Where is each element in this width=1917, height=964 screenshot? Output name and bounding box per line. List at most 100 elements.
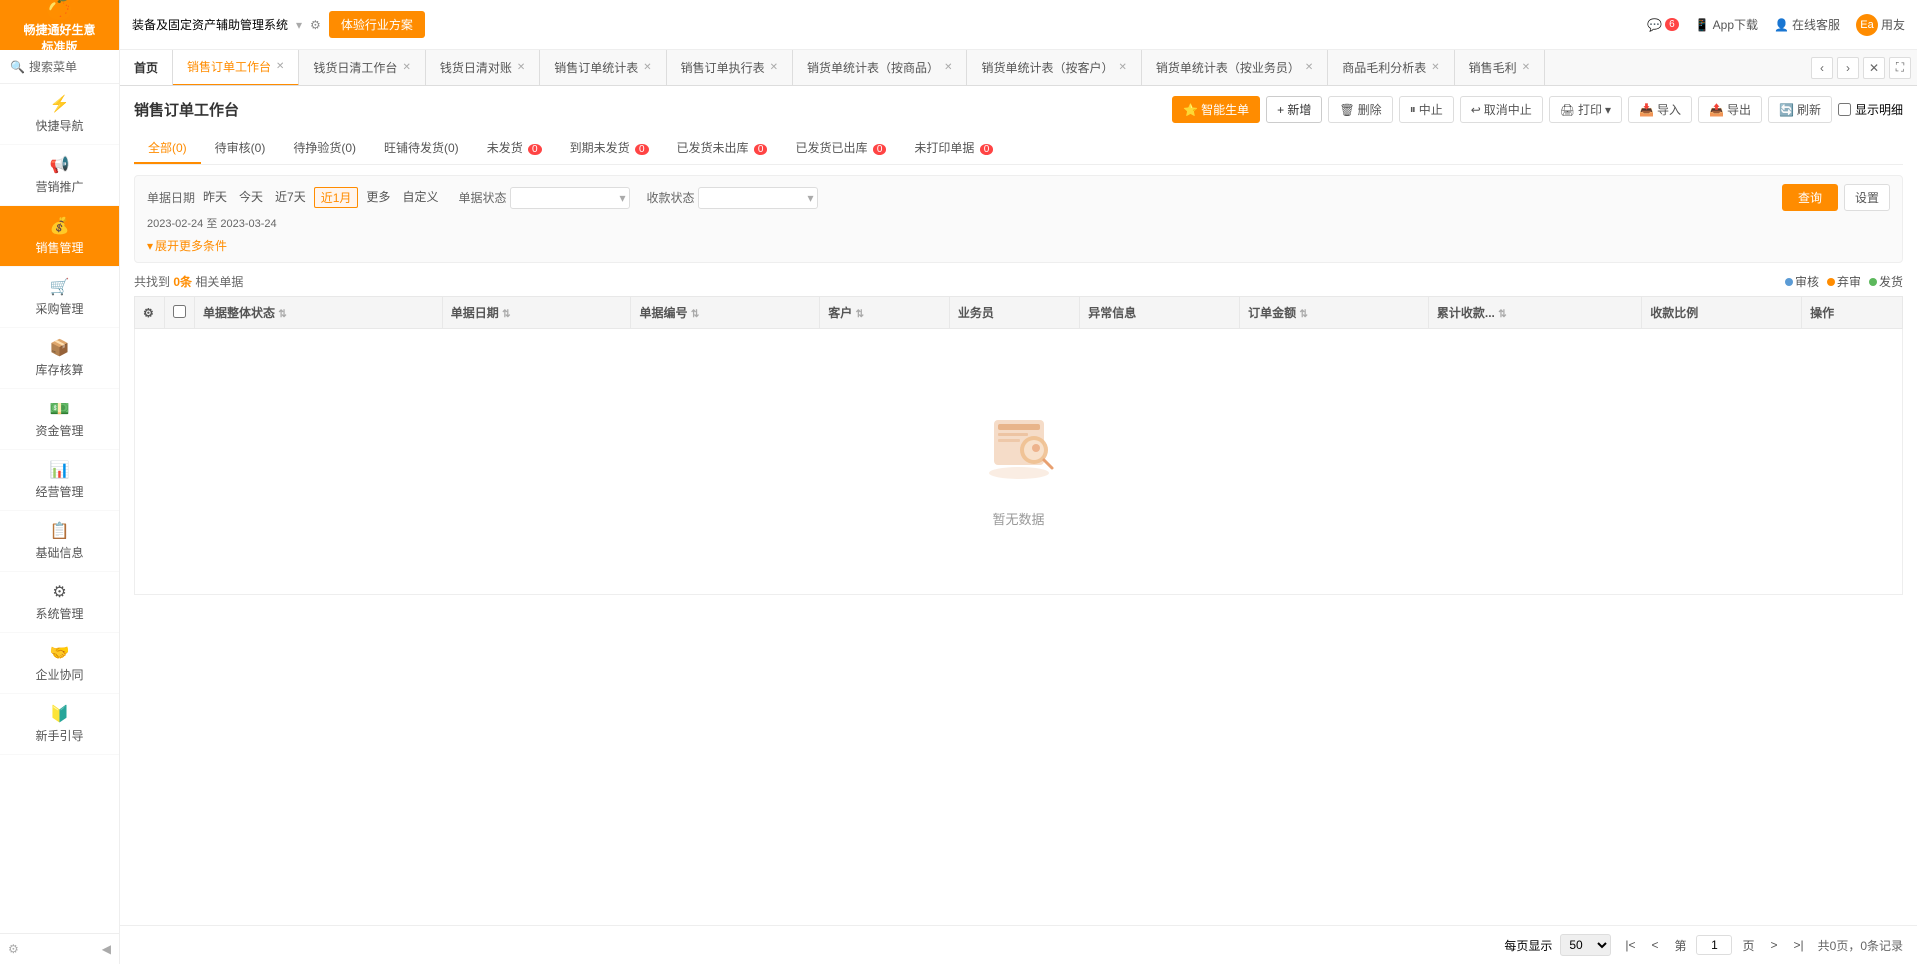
sidebar-item-operations[interactable]: 📊 经营管理: [0, 450, 119, 511]
sub-tab-shipped-not-out[interactable]: 已发货未出库 0: [663, 133, 782, 164]
sub-tab-all[interactable]: 全部(0): [134, 133, 201, 164]
operations-icon: 📊: [50, 460, 70, 480]
tab-sales-by-customer[interactable]: 销货单统计表（按客户） ✕: [967, 50, 1141, 86]
filter-date-custom[interactable]: 自定义: [398, 187, 442, 208]
select-all-checkbox[interactable]: [173, 305, 186, 318]
cancel-review-action[interactable]: 弃审: [1827, 273, 1861, 290]
filter-status-select[interactable]: [510, 187, 630, 209]
sidebar-item-system[interactable]: ⚙ 系统管理: [0, 572, 119, 633]
tab-sales-workbench-close[interactable]: ✕: [276, 61, 284, 72]
sub-tab-pending-inspect[interactable]: 待挣验货(0): [279, 133, 370, 164]
sidebar-item-inventory[interactable]: 📦 库存核算: [0, 328, 119, 389]
online-service[interactable]: 👤 在线客服: [1774, 16, 1840, 33]
trial-btn[interactable]: 体验行业方案: [329, 11, 425, 38]
add-btn[interactable]: + 新增: [1266, 96, 1322, 123]
tab-sales-amount[interactable]: 销售毛利 ✕: [1455, 50, 1545, 86]
sub-tab-not-shipped[interactable]: 未发货 0: [473, 133, 556, 164]
sidebar-item-basic[interactable]: 📋 基础信息: [0, 511, 119, 572]
sidebar-item-marketing[interactable]: 📢 营销推广: [0, 145, 119, 206]
smart-create-btn[interactable]: ⭐ 智能生单: [1172, 96, 1260, 123]
show-details-checkbox[interactable]: 显示明细: [1838, 101, 1903, 118]
col-checkbox[interactable]: [165, 297, 195, 329]
tab-home[interactable]: 首页: [120, 50, 173, 86]
sidebar-item-sales[interactable]: 💰 销售管理: [0, 206, 119, 267]
review-action[interactable]: 审核: [1785, 273, 1819, 290]
query-btn[interactable]: 查询: [1782, 184, 1838, 211]
page-first-btn[interactable]: |<: [1619, 936, 1641, 954]
show-details-input[interactable]: [1838, 103, 1851, 116]
sub-tab-shipped-out[interactable]: 已发货已出库 0: [781, 133, 900, 164]
tab-sales-exec-close[interactable]: ✕: [770, 62, 778, 73]
user-info[interactable]: Ea 用友: [1856, 14, 1905, 36]
filter-date-today[interactable]: 今天: [235, 187, 267, 208]
page-prev-btn[interactable]: <: [1645, 936, 1664, 954]
tab-margin-close[interactable]: ✕: [1431, 62, 1439, 73]
tab-cash-reconcile[interactable]: 钱货日清对账 ✕: [426, 50, 540, 86]
print-btn[interactable]: 🖨 打印 ▾: [1549, 96, 1622, 123]
filter-date-yesterday[interactable]: 昨天: [199, 187, 231, 208]
ship-action[interactable]: 发货: [1869, 273, 1903, 290]
col-ratio: 收款比例: [1642, 297, 1802, 329]
sidebar-item-purchase[interactable]: 🛒 采购管理: [0, 267, 119, 328]
tab-cash-daily[interactable]: 钱货日清工作台 ✕: [299, 50, 425, 86]
tab-cash-daily-close[interactable]: ✕: [402, 62, 410, 73]
sidebar-item-finance[interactable]: 💵 资金管理: [0, 389, 119, 450]
export-btn[interactable]: 📤 导出: [1698, 96, 1762, 123]
review-dot: [1785, 278, 1793, 286]
page-size-select[interactable]: 50 20 100: [1560, 934, 1611, 956]
sidebar-item-enterprise-label: 企业协同: [35, 666, 83, 683]
tab-sales-amount-close[interactable]: ✕: [1522, 62, 1530, 73]
sidebar-item-guide[interactable]: 🔰 新手引导: [0, 694, 119, 755]
filter-date-1month[interactable]: 近1月: [314, 187, 359, 208]
tab-sales-by-staff-close[interactable]: ✕: [1305, 62, 1313, 73]
filter-date-7days[interactable]: 近7天: [271, 187, 310, 208]
nav-next-arrow[interactable]: ›: [1837, 57, 1859, 79]
refresh-btn[interactable]: 🔄 刷新: [1768, 96, 1832, 123]
sidebar-item-quick-nav[interactable]: ⚡ 快捷导航: [0, 84, 119, 145]
delete-btn[interactable]: 🗑 删除: [1328, 96, 1392, 123]
cancel-suspend-btn[interactable]: ↩ 取消中止: [1460, 96, 1543, 123]
settings-bottom-icon[interactable]: ⚙: [8, 942, 19, 956]
sort-number-icon[interactable]: ⇅: [691, 309, 699, 320]
sort-date-icon[interactable]: ⇅: [502, 309, 510, 320]
filter-date-more[interactable]: 更多: [362, 187, 394, 208]
page-input[interactable]: [1696, 935, 1732, 955]
tab-sales-workbench[interactable]: 销售订单工作台 ✕: [173, 50, 299, 86]
sidebar-item-enterprise[interactable]: 🤝 企业协同: [0, 633, 119, 694]
import-btn[interactable]: 📥 导入: [1628, 96, 1692, 123]
expand-btn[interactable]: ▾ 展开更多条件: [147, 237, 1890, 254]
sub-tab-overdue[interactable]: 到期未发货 0: [556, 133, 663, 164]
sort-status-icon[interactable]: ⇅: [278, 309, 286, 320]
settings-icon[interactable]: ⚙: [310, 18, 321, 32]
sidebar-search[interactable]: 🔍 搜索菜单: [0, 50, 119, 84]
sort-customer-icon[interactable]: ⇅: [856, 309, 864, 320]
sort-collected-icon[interactable]: ⇅: [1498, 309, 1506, 320]
tab-sales-by-staff[interactable]: 销货单统计表（按业务员） ✕: [1142, 50, 1328, 86]
app-download[interactable]: 📱 App下载: [1695, 16, 1758, 33]
tab-sales-by-product[interactable]: 销货单统计表（按商品） ✕: [793, 50, 967, 86]
page-last-btn[interactable]: >|: [1788, 936, 1810, 954]
tab-sales-by-customer-close[interactable]: ✕: [1118, 62, 1126, 73]
tab-sales-stat-close[interactable]: ✕: [643, 62, 651, 73]
collapse-icon[interactable]: ◀: [102, 942, 111, 956]
message-item[interactable]: 💬 6: [1647, 18, 1679, 32]
col-settings[interactable]: ⚙: [135, 297, 165, 329]
tab-margin[interactable]: 商品毛利分析表 ✕: [1328, 50, 1454, 86]
tab-sales-exec[interactable]: 销售订单执行表 ✕: [667, 50, 793, 86]
sub-tab-wangpu[interactable]: 旺铺待发货(0): [370, 133, 473, 164]
filter-row-date-range: 2023-02-24 至 2023-03-24: [147, 215, 1890, 231]
tab-sales-by-product-close[interactable]: ✕: [944, 62, 952, 73]
sub-tab-not-printed[interactable]: 未打印单据 0: [900, 133, 1007, 164]
nav-close-all[interactable]: ✕: [1863, 57, 1885, 79]
filter-row-1: 单据日期 昨天 今天 近7天 近1月 更多 自定义 单据状态: [147, 184, 1890, 211]
nav-prev-arrow[interactable]: ‹: [1811, 57, 1833, 79]
filter-setting-btn[interactable]: 设置: [1844, 184, 1890, 211]
suspend-btn[interactable]: ⏸ 中止: [1399, 96, 1454, 123]
nav-more[interactable]: ⛶: [1889, 57, 1911, 79]
tab-cash-reconcile-close[interactable]: ✕: [517, 62, 525, 73]
tab-sales-stat[interactable]: 销售订单统计表 ✕: [540, 50, 666, 86]
page-next-btn[interactable]: >: [1765, 936, 1784, 954]
sub-tab-pending-review[interactable]: 待审核(0): [201, 133, 280, 164]
sort-amount-icon[interactable]: ⇅: [1300, 309, 1308, 320]
filter-payment-select[interactable]: [698, 187, 818, 209]
